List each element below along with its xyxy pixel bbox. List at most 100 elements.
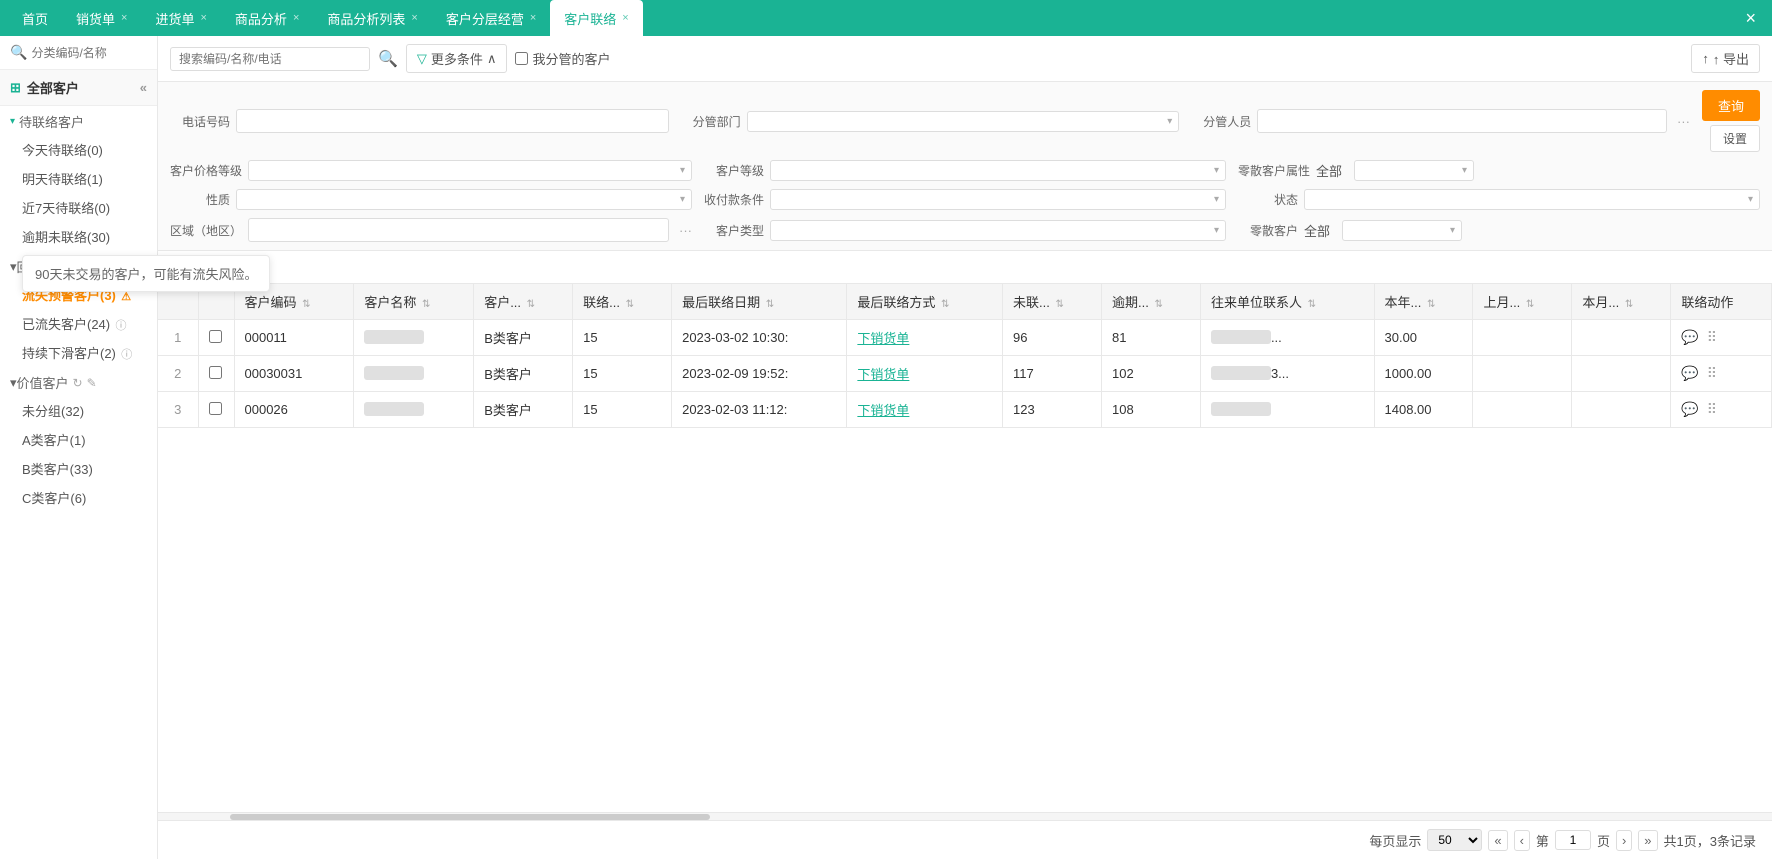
sidebar-group-value[interactable]: ▾ 价值客户 ↻ ✎ — [0, 367, 157, 396]
sidebar-search-icon: 🔍 — [10, 44, 27, 61]
action-more-icon[interactable]: ⠿ — [1707, 365, 1717, 382]
price-grade-select[interactable]: ▾ — [248, 160, 692, 181]
sidebar-group-pending[interactable]: ▾ 待联络客户 — [0, 106, 157, 135]
my-customers-checkbox[interactable]: 我分管的客户 — [515, 49, 610, 68]
cell-not-contact: 117 — [1003, 356, 1102, 392]
tab-analysis[interactable]: 商品分析 × — [221, 0, 313, 36]
sidebar-item-tomorrow[interactable]: 明天待联络(1) — [0, 164, 157, 193]
col-this-month[interactable]: 本月... ⇅ — [1572, 284, 1671, 320]
sidebar-item-lost[interactable]: 已流失客户(24) ⓘ — [0, 309, 157, 338]
sidebar-item-class-c[interactable]: C类客户(6) — [0, 483, 157, 512]
tab-analysis-list-close[interactable]: × — [411, 12, 417, 24]
horizontal-scrollbar[interactable] — [158, 812, 1772, 820]
table-body: 1 000011 B类客户 15 2023-03-02 10:30: 下销货单 … — [158, 320, 1772, 428]
first-page-button[interactable]: « — [1488, 830, 1507, 851]
page-size-select[interactable]: 50 100 200 — [1427, 829, 1482, 851]
action-more-icon[interactable]: ⠿ — [1707, 329, 1717, 346]
region-dots[interactable]: ··· — [679, 223, 692, 238]
retail-caret: ▾ — [1450, 225, 1455, 236]
value-edit-icon[interactable]: ✎ — [87, 376, 97, 390]
nature-select[interactable]: ▾ — [236, 189, 692, 210]
manager-dots[interactable]: ··· — [1677, 114, 1690, 129]
sidebar-item-declining[interactable]: 持续下滑客户(2) ⓘ — [0, 338, 157, 367]
window-close-button[interactable]: × — [1737, 8, 1764, 29]
filter-field-manager: 分管人员 ··· — [1191, 109, 1690, 133]
col-type[interactable]: 客户... ⇅ — [474, 284, 573, 320]
query-button[interactable]: 查询 — [1702, 90, 1760, 121]
sidebar-search-input[interactable] — [31, 46, 147, 60]
customer-grade-select[interactable]: ▾ — [770, 160, 1226, 181]
last-method-link[interactable]: 下销货单 — [857, 403, 909, 418]
tab-home[interactable]: 首页 — [8, 0, 62, 36]
tab-customer-contact-close[interactable]: × — [622, 12, 628, 24]
sidebar-item-today[interactable]: 今天待联络(0) — [0, 135, 157, 164]
cell-type: B类客户 — [474, 356, 573, 392]
row-checkbox[interactable] — [209, 402, 222, 415]
col-last-date[interactable]: 最后联络日期 ⇅ — [672, 284, 847, 320]
filter-search-input[interactable] — [170, 47, 370, 71]
prev-page-button[interactable]: ‹ — [1514, 830, 1530, 851]
tab-analysis-close[interactable]: × — [293, 12, 299, 24]
phone-input[interactable] — [236, 109, 669, 133]
status-select[interactable]: ▾ — [1304, 189, 1760, 210]
more-conditions-button[interactable]: ▽ 更多条件 ∧ — [406, 44, 508, 73]
sidebar-item-ungrouped-label: 未分组(32) — [22, 404, 84, 419]
sidebar-all-customers[interactable]: ⊞ 全部客户 « — [0, 70, 157, 106]
tab-sales-close[interactable]: × — [121, 12, 127, 24]
next-page-button[interactable]: › — [1616, 830, 1632, 851]
tab-purchase[interactable]: 进货单 × — [141, 0, 220, 36]
settings-button[interactable]: 设置 — [1710, 125, 1760, 152]
export-button[interactable]: ↑ ↑ 导出 — [1691, 44, 1760, 73]
tab-sales[interactable]: 销货单 × — [62, 0, 141, 36]
cell-checkbox[interactable] — [198, 356, 234, 392]
action-chat-icon[interactable]: 💬 — [1681, 365, 1698, 382]
col-not-contact[interactable]: 未联... ⇅ — [1003, 284, 1102, 320]
tab-purchase-close[interactable]: × — [200, 12, 206, 24]
my-customers-checkbox-input[interactable] — [515, 52, 528, 65]
row-checkbox[interactable] — [209, 366, 222, 379]
last-method-link[interactable]: 下销货单 — [857, 331, 909, 346]
tab-customer-contact[interactable]: 客户联络 × — [550, 0, 642, 36]
row-checkbox[interactable] — [209, 330, 222, 343]
col-last-method[interactable]: 最后联络方式 ⇅ — [847, 284, 1003, 320]
tab-analysis-list[interactable]: 商品分析列表 × — [313, 0, 431, 36]
action-chat-icon[interactable]: 💬 — [1681, 329, 1698, 346]
cell-contact-count: 15 — [573, 356, 672, 392]
last-method-link[interactable]: 下销货单 — [857, 367, 909, 382]
price-grade-label: 客户价格等级 — [170, 162, 242, 179]
col-name[interactable]: 客户名称 ⇅ — [354, 284, 474, 320]
col-contact-person[interactable]: 往来单位联系人 ⇅ — [1200, 284, 1374, 320]
payment-select[interactable]: ▾ — [770, 189, 1226, 210]
tab-customer-layer[interactable]: 客户分层经营 × — [432, 0, 550, 36]
cell-overdue: 108 — [1101, 392, 1200, 428]
tab-analysis-label: 商品分析 — [235, 9, 287, 28]
sidebar-item-class-a[interactable]: A类客户(1) — [0, 425, 157, 454]
sidebar-item-class-b[interactable]: B类客户(33) — [0, 454, 157, 483]
tab-customer-layer-close[interactable]: × — [530, 12, 536, 24]
retail-attr-select[interactable]: ▾ — [1354, 160, 1474, 181]
manager-input[interactable] — [1257, 109, 1667, 133]
cell-checkbox[interactable] — [198, 392, 234, 428]
col-last-month[interactable]: 上月... ⇅ — [1473, 284, 1572, 320]
scrollbar-thumb[interactable] — [230, 814, 710, 820]
retail-label: 零散客户 — [1238, 222, 1298, 239]
sidebar-item-overdue[interactable]: 逾期未联络(30) — [0, 222, 157, 251]
region-input[interactable] — [248, 218, 669, 242]
cell-checkbox[interactable] — [198, 320, 234, 356]
col-overdue[interactable]: 逾期... ⇅ — [1101, 284, 1200, 320]
dept-select[interactable]: ▾ — [747, 111, 1180, 132]
filter-search-icon[interactable]: 🔍 — [378, 49, 398, 69]
sort-method-icon: ⇅ — [941, 299, 949, 310]
action-chat-icon[interactable]: 💬 — [1681, 401, 1698, 418]
customer-type-select[interactable]: ▾ — [770, 220, 1226, 241]
action-more-icon[interactable]: ⠿ — [1707, 401, 1717, 418]
col-contact-count[interactable]: 联络... ⇅ — [573, 284, 672, 320]
sidebar-item-7days[interactable]: 近7天待联络(0) — [0, 193, 157, 222]
sidebar-item-ungrouped[interactable]: 未分组(32) — [0, 396, 157, 425]
page-number-input[interactable] — [1555, 830, 1591, 850]
collapse-icon[interactable]: « — [140, 80, 147, 95]
col-this-year[interactable]: 本年... ⇅ — [1374, 284, 1473, 320]
retail-select[interactable]: ▾ — [1342, 220, 1462, 241]
last-page-button[interactable]: » — [1638, 830, 1657, 851]
value-refresh-icon[interactable]: ↻ — [73, 376, 83, 390]
